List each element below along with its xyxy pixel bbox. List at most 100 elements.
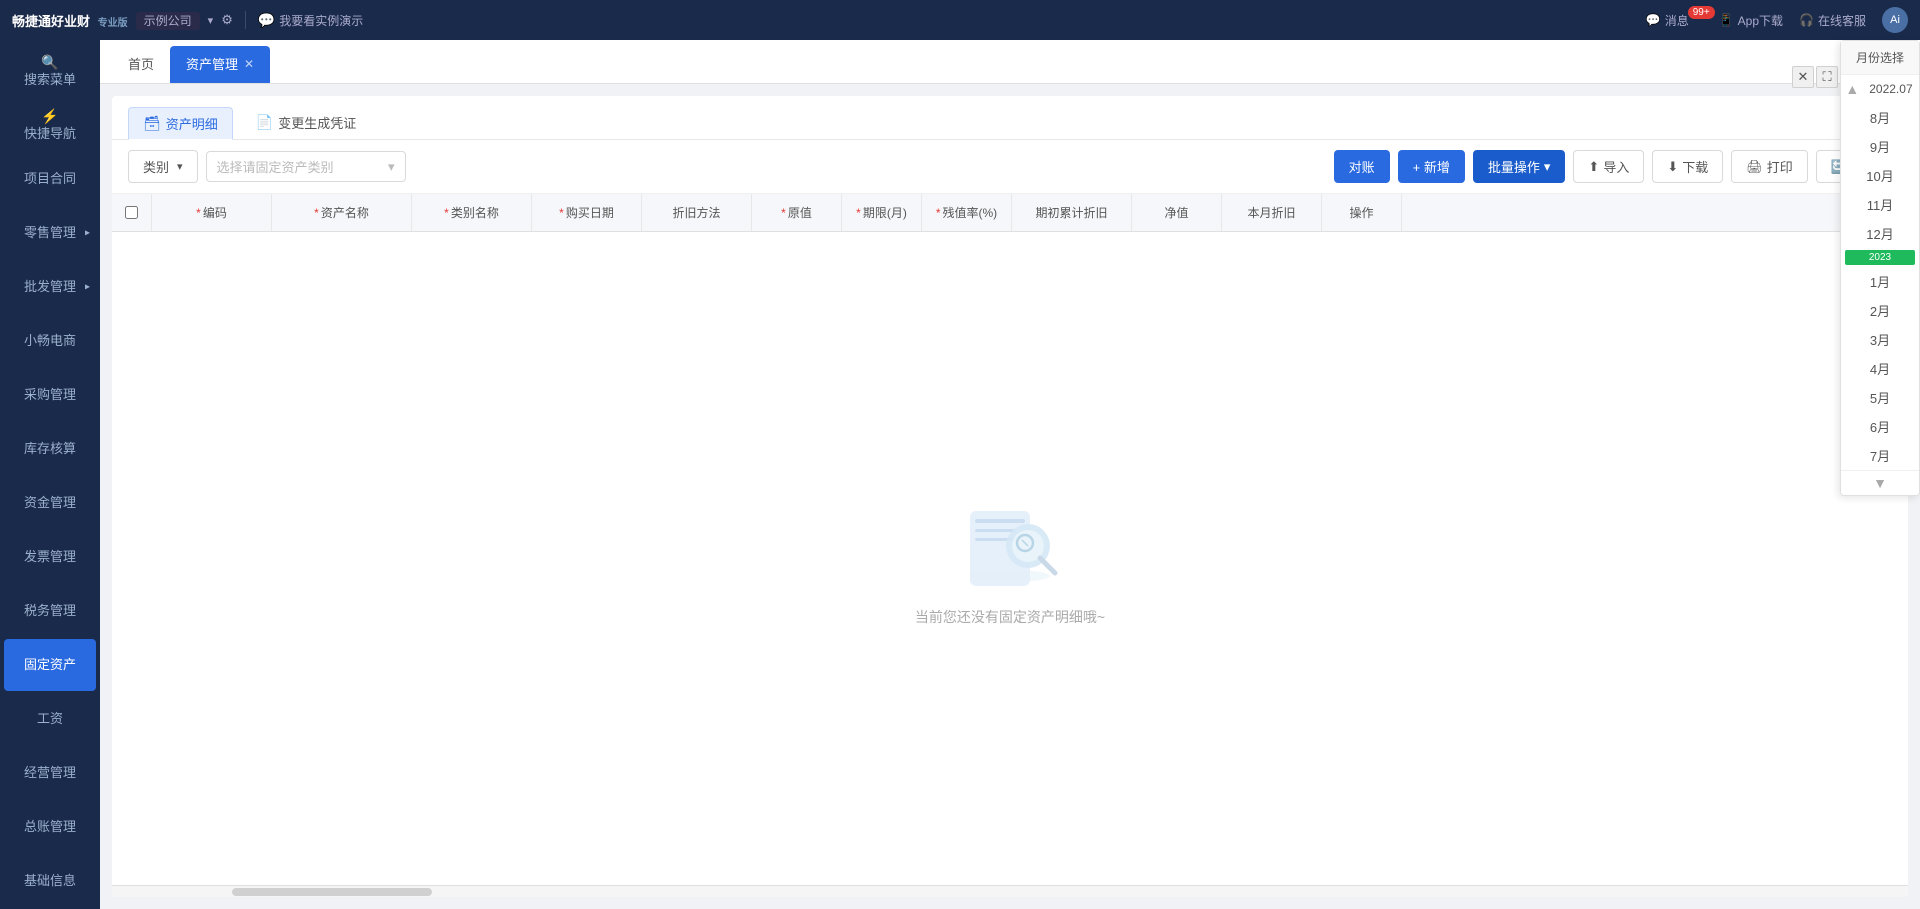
- main-panel: 🗃 资产明细 📄 变更生成凭证 类别 ▾: [112, 96, 1908, 897]
- sidebar-item-search[interactable]: 🔍 搜索菜单: [4, 45, 96, 97]
- year-display: 2022.07: [1869, 82, 1912, 96]
- online-service-button[interactable]: 🎧 在线客服: [1799, 12, 1866, 29]
- select-all-checkbox[interactable]: [125, 206, 138, 219]
- table-header: * 编码 * 资产名称 * 类别名称 * 购买日: [112, 194, 1908, 232]
- sidebar-item-payroll[interactable]: 工资: [4, 693, 96, 745]
- empty-state: 当前您还没有固定资产明细哦~: [112, 232, 1908, 885]
- month-item-10[interactable]: 10月: [1841, 161, 1919, 190]
- col-code: * 编码: [152, 194, 272, 231]
- sidebar-item-business[interactable]: 经营管理: [4, 747, 96, 799]
- col-monthly-depreciation: 本月折旧: [1222, 194, 1322, 231]
- sidebar-item-fund[interactable]: 资金管理: [4, 477, 96, 529]
- month-item-5[interactable]: 5月: [1841, 383, 1919, 412]
- change-voucher-icon: 📄: [256, 114, 273, 131]
- month-nav-up[interactable]: ▲: [1841, 79, 1863, 99]
- sidebar: 🔍 搜索菜单 ⚡ 快捷导航 项目合同 零售管理 ▸ 批发管理 ▸ 小畅电商 采购…: [0, 40, 100, 909]
- sidebar-item-invoice[interactable]: 发票管理: [4, 531, 96, 583]
- filter-category-select[interactable]: 类别 ▾: [128, 150, 198, 183]
- table-container: * 编码 * 资产名称 * 类别名称 * 购买日: [112, 194, 1908, 897]
- tab-asset-detail[interactable]: 🗃 资产明细: [128, 107, 233, 140]
- reconcile-button[interactable]: 对账: [1334, 150, 1390, 183]
- sidebar-item-project[interactable]: 项目合同: [4, 153, 96, 205]
- import-icon: ⬆: [1588, 159, 1599, 175]
- import-button[interactable]: ⬆ 导入: [1573, 150, 1644, 183]
- sidebar-item-retail[interactable]: 零售管理 ▸: [4, 207, 96, 259]
- topbar-right: 💬 消息 99+ 📱 App下载 🎧 在线客服 Ai: [1646, 7, 1908, 33]
- chevron-down-icon: ▾: [177, 160, 183, 173]
- empty-text: 当前您还没有固定资产明细哦~: [915, 607, 1105, 627]
- download-button[interactable]: ⬇ 下载: [1652, 150, 1723, 183]
- col-period-depreciation: 期初累计折旧: [1012, 194, 1132, 231]
- app-edition: 专业版: [98, 18, 128, 29]
- batch-dropdown-icon: ▾: [1544, 159, 1551, 175]
- sidebar-item-fixed-assets[interactable]: 固定资产: [4, 639, 96, 691]
- month-item-2[interactable]: 2月: [1841, 296, 1919, 325]
- sidebar-item-basic[interactable]: 基础信息: [4, 855, 96, 907]
- dropdown-arrow-icon: ▾: [388, 159, 395, 175]
- asset-detail-icon: 🗃: [143, 115, 161, 132]
- avatar[interactable]: Ai: [1882, 7, 1908, 33]
- panel-controls: ✕ ⛶: [1792, 66, 1838, 88]
- col-depreciation-method: 折旧方法: [642, 194, 752, 231]
- batch-button[interactable]: 批量操作 ▾: [1473, 150, 1566, 183]
- sidebar-item-quick-nav[interactable]: ⚡ 快捷导航: [4, 99, 96, 151]
- sidebar-item-ledger[interactable]: 总账管理: [4, 801, 96, 853]
- month-item-9[interactable]: 9月: [1841, 132, 1919, 161]
- month-panel-header: 月份选择: [1841, 41, 1919, 75]
- month-item-4[interactable]: 4月: [1841, 354, 1919, 383]
- content-area: 首页 资产管理 ✕ 🗃 资产明细 📄 变更生成凭证: [100, 40, 1920, 909]
- month-panel-footer: ▼: [1841, 470, 1919, 495]
- main-layout: 🔍 搜索菜单 ⚡ 快捷导航 项目合同 零售管理 ▸ 批发管理 ▸ 小畅电商 采购…: [0, 40, 1920, 909]
- chevron-right-icon: ▸: [85, 227, 90, 240]
- month-list: 8月 9月 10月 11月 12月 2023 1月 2月: [1841, 103, 1919, 470]
- toolbar: 类别 ▾ 选择请固定资产类别 ▾ 对账 + 新增: [112, 140, 1908, 194]
- sidebar-item-purchase[interactable]: 采购管理: [4, 369, 96, 421]
- month-item-6[interactable]: 6月: [1841, 412, 1919, 441]
- print-icon: 🖨: [1746, 159, 1763, 175]
- topbar: 畅捷通好业财 专业版 示例公司 ▾ ⚙ 💬 我要看实例演示 💬 消息 99+ 📱…: [0, 0, 1920, 40]
- settings-button[interactable]: ⚙: [221, 12, 233, 28]
- month-item-8[interactable]: 8月: [1841, 103, 1919, 132]
- topbar-divider: [245, 11, 246, 29]
- print-button[interactable]: 🖨 打印: [1731, 150, 1808, 183]
- month-item-7[interactable]: 7月: [1841, 441, 1919, 470]
- tab-change-voucher[interactable]: 📄 变更生成凭证: [241, 106, 371, 139]
- tab-asset-management[interactable]: 资产管理 ✕: [170, 46, 270, 83]
- col-residual-rate: * 残值率(%): [922, 194, 1012, 231]
- month-item-12[interactable]: 12月: [1841, 219, 1919, 248]
- tab-bar: 首页 资产管理 ✕: [100, 40, 1920, 84]
- col-net-value: 净值: [1132, 194, 1222, 231]
- sidebar-item-inventory[interactable]: 库存核算: [4, 423, 96, 475]
- tab-home[interactable]: 首页: [112, 46, 170, 83]
- app-download-button[interactable]: 📱 App下载: [1719, 12, 1783, 29]
- table-scrollbar[interactable]: [112, 885, 1908, 897]
- app-logo: 畅捷通好业财 专业版: [12, 11, 128, 30]
- demo-link[interactable]: 💬 我要看实例演示: [258, 12, 363, 29]
- year-badge-2023: 2023: [1845, 250, 1915, 265]
- month-item-1[interactable]: 1月: [1841, 267, 1919, 296]
- company-name: 示例公司: [136, 12, 200, 29]
- app-name: 畅捷通好业财: [12, 14, 90, 29]
- col-name: * 资产名称: [272, 194, 412, 231]
- filter-row: 选择请固定资产类别 ▾: [206, 151, 762, 182]
- download-icon: ⬇: [1667, 159, 1678, 175]
- sidebar-item-tax[interactable]: 税务管理: [4, 585, 96, 637]
- col-checkbox[interactable]: [112, 194, 152, 231]
- topbar-left: 畅捷通好业财 专业版 示例公司 ▾ ⚙ 💬 我要看实例演示: [12, 11, 363, 30]
- panel-tabs: 🗃 资产明细 📄 变更生成凭证: [112, 96, 1908, 140]
- expand-panel-button[interactable]: ⛶: [1816, 66, 1838, 88]
- category-select[interactable]: 选择请固定资产类别 ▾: [206, 151, 406, 182]
- add-button[interactable]: + 新增: [1398, 150, 1465, 183]
- col-original-value: * 原值: [752, 194, 842, 231]
- col-category: * 类别名称: [412, 194, 532, 231]
- sidebar-item-ecommerce[interactable]: 小畅电商: [4, 315, 96, 367]
- sidebar-item-wholesale[interactable]: 批发管理 ▸: [4, 261, 96, 313]
- month-item-3[interactable]: 3月: [1841, 325, 1919, 354]
- tab-close-icon[interactable]: ✕: [244, 57, 254, 71]
- messages-button[interactable]: 💬 消息 99+: [1646, 12, 1703, 29]
- close-panel-button[interactable]: ✕: [1792, 66, 1814, 88]
- company-dropdown[interactable]: ▾: [208, 14, 214, 27]
- month-item-11[interactable]: 11月: [1841, 190, 1919, 219]
- inner-content: 🗃 资产明细 📄 变更生成凭证 类别 ▾: [100, 84, 1920, 909]
- month-nav-down[interactable]: ▼: [1873, 475, 1887, 491]
